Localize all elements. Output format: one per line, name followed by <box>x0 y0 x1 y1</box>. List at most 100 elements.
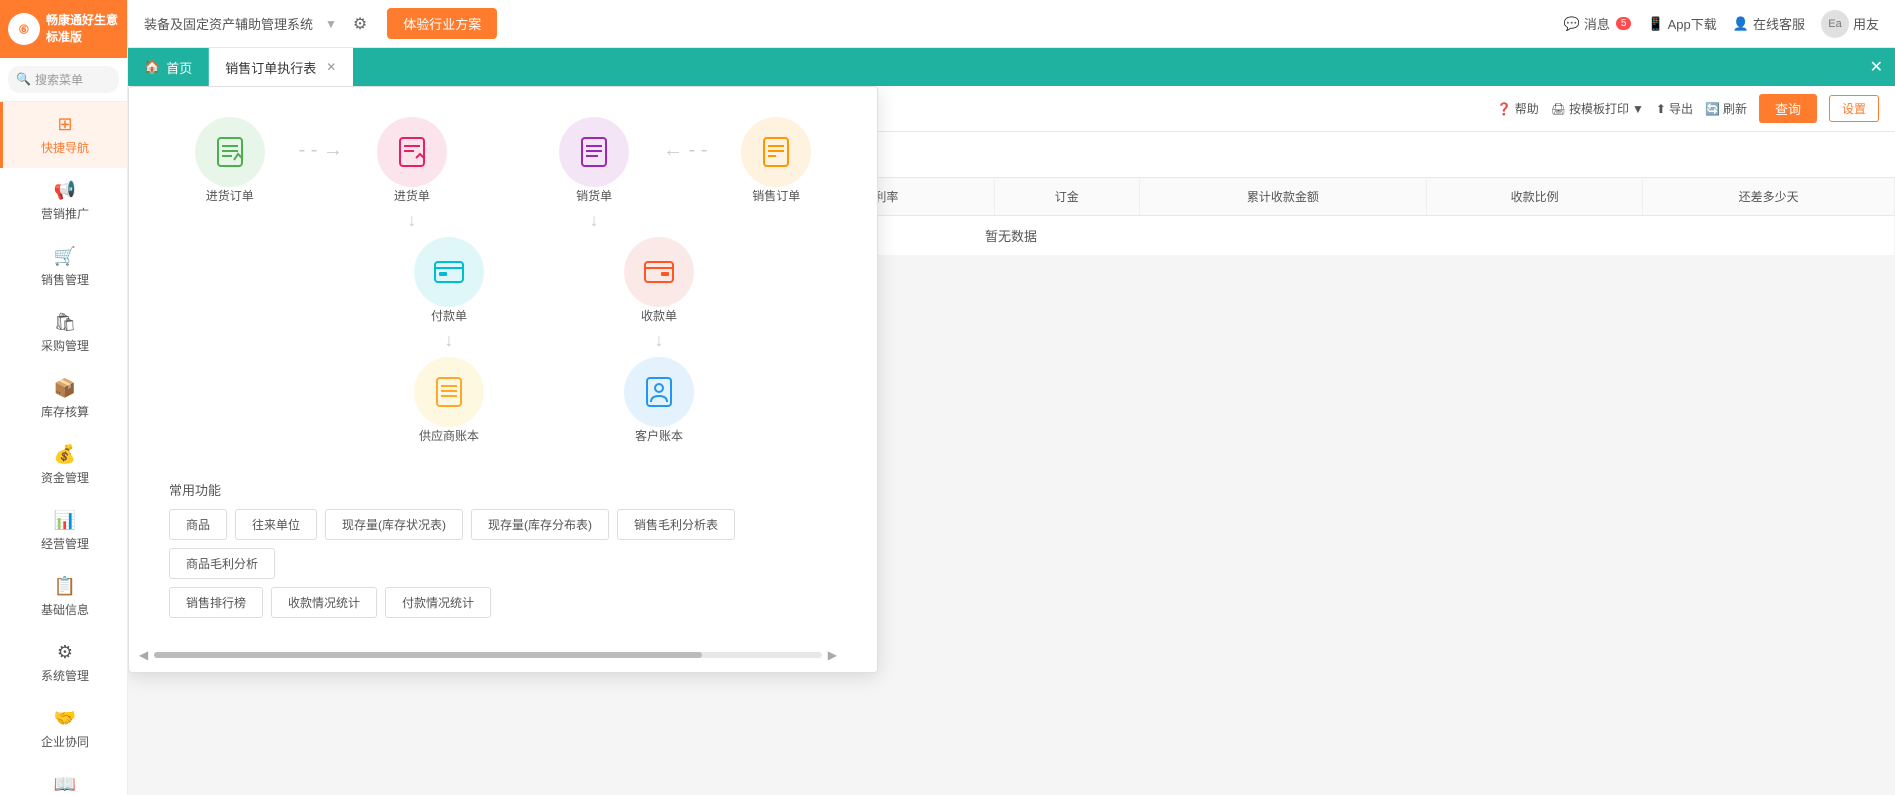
scroll-thumb <box>154 652 701 658</box>
arrow-sb-so: ← - - <box>655 117 716 162</box>
guide-icon: 📖 <box>54 774 76 795</box>
gear-icon[interactable]: ⚙ <box>353 14 367 34</box>
flow-col-purchase-order: 进货订单 <box>169 117 290 204</box>
search-menu-button[interactable]: 🔍 搜索菜单 <box>8 66 119 93</box>
scroll-left-arrow[interactable]: ◀ <box>139 648 148 662</box>
app-download-label: App下载 <box>1668 14 1717 33</box>
tabbar-close-btn[interactable]: ✕ <box>1858 48 1895 86</box>
func-btn-product-profit[interactable]: 商品毛利分析 <box>169 548 275 579</box>
sidebar-item-quick-nav[interactable]: ⊞ 快捷导航 <box>0 102 127 168</box>
purchase-icon: 🛍 <box>54 312 77 333</box>
flow-col-customer-account: 客户账本 <box>589 357 729 444</box>
main-area: 装备及固定资产辅助管理系统 ▼ ⚙ 体验行业方案 💬 消息 5 📱 App下载 … <box>128 0 1895 795</box>
message-item[interactable]: 💬 消息 5 <box>1564 14 1632 33</box>
home-icon: 🏠 <box>144 59 160 75</box>
purchase-bill-label: 进货单 <box>394 187 430 204</box>
func-btn-product[interactable]: 商品 <box>169 509 227 540</box>
flow-col-sales-bill: 销货单 <box>533 117 654 204</box>
sidebar-item-enterprise[interactable]: 🤝 企业协同 <box>0 696 127 762</box>
sidebar-item-operations[interactable]: 📊 经营管理 <box>0 498 127 564</box>
content-area: ❓ 帮助 🖨 按模板打印 ▼ ⬆ 导出 🔄 刷新 <box>128 86 1895 795</box>
flow-col-purchase-bill: 进货单 <box>351 117 472 204</box>
func-btn-sales-profit[interactable]: 销售毛利分析表 <box>617 509 735 540</box>
topbar-arrow-icon[interactable]: ▼ <box>325 17 337 31</box>
search-icon: 🔍 <box>16 72 31 86</box>
purchase-bill-circle[interactable] <box>377 117 447 187</box>
customer-account-circle[interactable] <box>624 357 694 427</box>
arrow-po-pb: - - → <box>290 117 351 162</box>
sidebar-logo: ⑥ 畅康通好生意 标准版 <box>0 0 127 58</box>
func-btn-sales-rank[interactable]: 销售排行榜 <box>169 587 263 618</box>
svg-text:⑥: ⑥ <box>19 22 30 36</box>
supplier-account-label: 供应商账本 <box>419 427 479 444</box>
operations-icon: 📊 <box>54 510 76 531</box>
basic-info-icon: 📋 <box>54 576 76 597</box>
purchase-order-label: 进货订单 <box>206 187 254 204</box>
sidebar-item-label: 库存核算 <box>41 403 89 420</box>
func-buttons-row-2: 销售排行榜 收款情况统计 付款情况统计 <box>169 587 837 618</box>
sidebar-item-purchase[interactable]: 🛍 采购管理 <box>0 300 127 366</box>
func-btn-inventory-status[interactable]: 现存量(库存状况表) <box>325 509 463 540</box>
logo-icon: ⑥ <box>8 13 40 45</box>
sidebar-item-label: 经营管理 <box>41 535 89 552</box>
customer-account-label: 客户账本 <box>635 427 683 444</box>
scroll-track[interactable] <box>154 652 822 658</box>
payment-bill-circle[interactable] <box>414 237 484 307</box>
sidebar-item-guide[interactable]: 📖 新手引导 <box>0 762 127 795</box>
tabbar: 🏠 首页 销售订单执行表 ✕ ✕ <box>128 48 1895 86</box>
sidebar-item-basic-info[interactable]: 📋 基础信息 <box>0 564 127 630</box>
func-btn-receipt-stat[interactable]: 收款情况统计 <box>271 587 377 618</box>
inventory-icon: 📦 <box>54 378 76 399</box>
sidebar-search-area[interactable]: 🔍 搜索菜单 <box>0 58 127 102</box>
sidebar-item-sales[interactable]: 🛒 销售管理 <box>0 234 127 300</box>
tab-close-icon[interactable]: ✕ <box>326 60 336 74</box>
sales-order-circle[interactable] <box>741 117 811 187</box>
arrow-pay-down: ↓ <box>379 324 519 357</box>
arrow-pb-down: ↓ <box>351 204 472 237</box>
sidebar-item-label: 快捷导航 <box>41 139 89 156</box>
topbar-right: 💬 消息 5 📱 App下载 👤 在线客服 Ea 用友 <box>1564 10 1879 38</box>
scroll-right-arrow[interactable]: ▶ <box>828 648 837 662</box>
popup-box: 进货订单 - - → 进货单 <box>128 86 878 673</box>
sidebar-nav: ⊞ 快捷导航 📢 营销推广 🛒 销售管理 🛍 采购管理 📦 库存核算 💰 <box>0 102 127 795</box>
system-name: 装备及固定资产辅助管理系统 <box>144 14 313 33</box>
online-service-item[interactable]: 👤 在线客服 <box>1733 14 1805 33</box>
user-item[interactable]: Ea 用友 <box>1821 10 1879 38</box>
supplier-account-circle[interactable] <box>414 357 484 427</box>
flow-col-payment-bill: 付款单 <box>379 237 519 324</box>
sidebar-item-label: 资金管理 <box>41 469 89 486</box>
sidebar: ⑥ 畅康通好生意 标准版 🔍 搜索菜单 ⊞ 快捷导航 📢 营销推广 🛒 <box>0 0 128 795</box>
finance-icon: 💰 <box>54 444 76 465</box>
purchase-order-circle[interactable] <box>195 117 265 187</box>
popup-overlay: 进货订单 - - → 进货单 <box>128 86 1895 795</box>
sales-order-label: 销售订单 <box>752 187 800 204</box>
sales-icon: 🛒 <box>54 246 76 267</box>
tab-sales-exec[interactable]: 销售订单执行表 ✕ <box>209 48 353 86</box>
experience-btn[interactable]: 体验行业方案 <box>387 8 497 39</box>
func-btn-inventory-dist[interactable]: 现存量(库存分布表) <box>471 509 609 540</box>
sales-bill-label: 销货单 <box>576 187 612 204</box>
sidebar-item-system[interactable]: ⚙ 系统管理 <box>0 630 127 696</box>
receipt-bill-label: 收款单 <box>641 307 677 324</box>
tabbar-spacer <box>353 48 1857 86</box>
message-icon: 💬 <box>1564 16 1580 32</box>
service-icon: 👤 <box>1733 16 1749 32</box>
tab-home-label: 首页 <box>166 58 192 77</box>
func-btn-partner[interactable]: 往来单位 <box>235 509 317 540</box>
arrow-rec-down: ↓ <box>589 324 729 357</box>
sidebar-item-inventory[interactable]: 📦 库存核算 <box>0 366 127 432</box>
tab-home[interactable]: 🏠 首页 <box>128 48 209 86</box>
sidebar-item-finance[interactable]: 💰 资金管理 <box>0 432 127 498</box>
username-label: 用友 <box>1853 14 1879 33</box>
flow-col-sales-order: 销售订单 <box>716 117 837 204</box>
flow-col-receipt-bill: 收款单 <box>589 237 729 324</box>
popup-flow: 进货订单 - - → 进货单 <box>129 87 877 480</box>
quick-nav-icon: ⊞ <box>57 114 72 135</box>
sales-bill-circle[interactable] <box>559 117 629 187</box>
tab-sales-exec-label: 销售订单执行表 <box>225 58 316 77</box>
func-btn-payment-stat[interactable]: 付款情况统计 <box>385 587 491 618</box>
marketing-icon: 📢 <box>54 180 76 201</box>
app-download-item[interactable]: 📱 App下载 <box>1647 14 1716 33</box>
sidebar-item-marketing[interactable]: 📢 营销推广 <box>0 168 127 234</box>
receipt-bill-circle[interactable] <box>624 237 694 307</box>
